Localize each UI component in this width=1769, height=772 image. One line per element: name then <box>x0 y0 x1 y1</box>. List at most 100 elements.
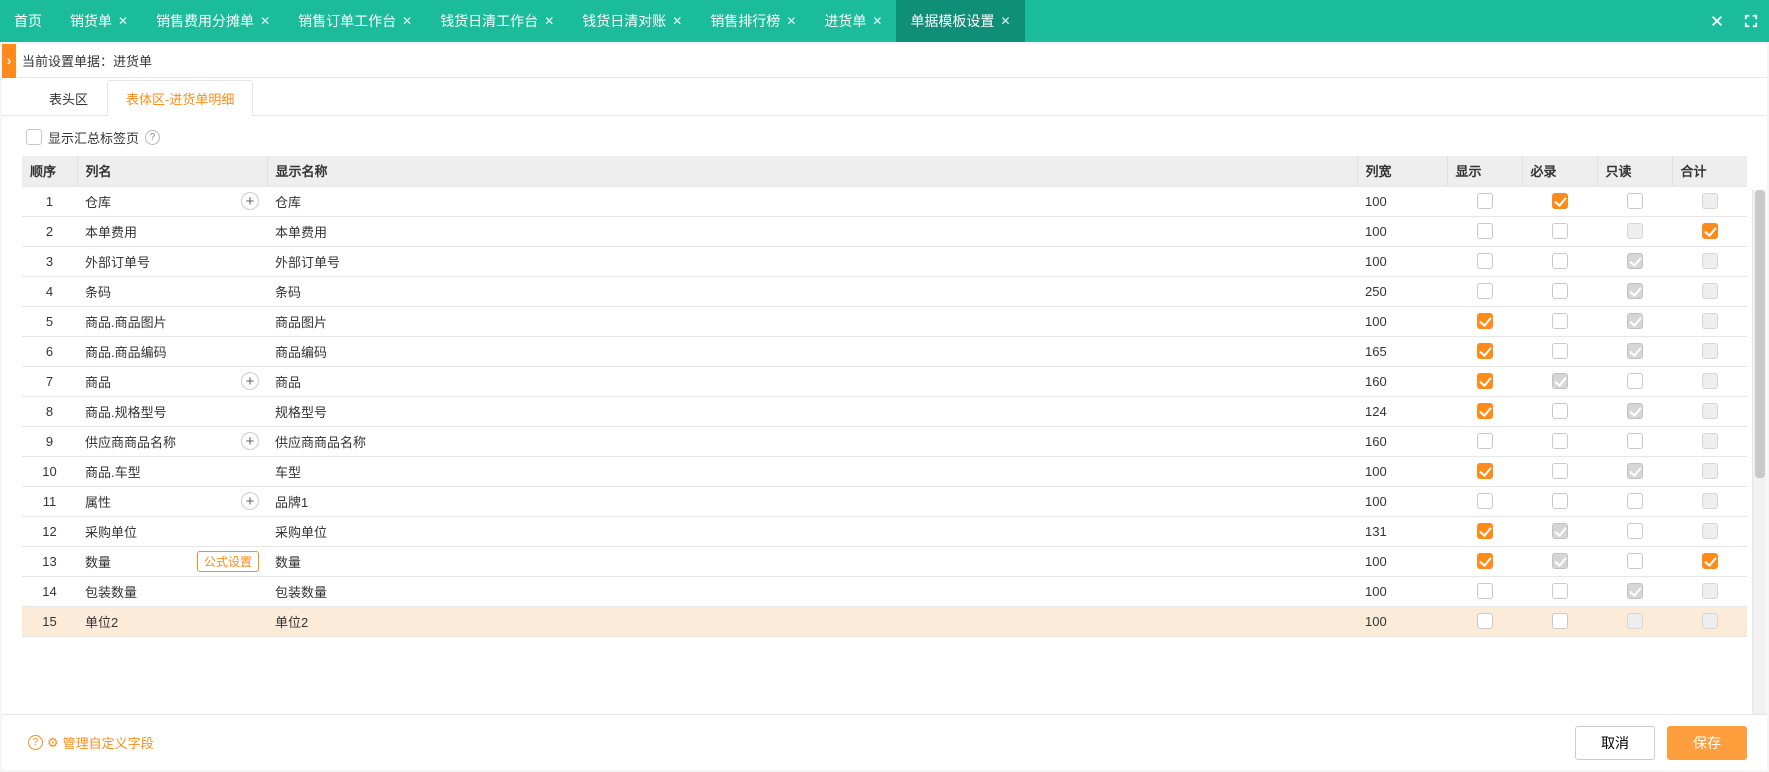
add-icon[interactable]: + <box>241 372 259 390</box>
cell-width[interactable]: 160 <box>1357 366 1447 396</box>
cell-width[interactable]: 100 <box>1357 186 1447 216</box>
fullscreen-icon[interactable] <box>1743 13 1759 29</box>
cell-display-name[interactable]: 车型 <box>267 456 1357 486</box>
show-checkbox[interactable] <box>1477 523 1493 539</box>
show-checkbox[interactable] <box>1477 463 1493 479</box>
cell-display-name[interactable]: 商品 <box>267 366 1357 396</box>
show-summary-checkbox[interactable] <box>26 129 42 145</box>
add-icon[interactable]: + <box>241 432 259 450</box>
required-checkbox[interactable] <box>1552 493 1568 509</box>
cell-width[interactable]: 100 <box>1357 216 1447 246</box>
readonly-checkbox[interactable] <box>1627 193 1643 209</box>
cell-display-name[interactable]: 包装数量 <box>267 576 1357 606</box>
show-summary-checkbox-label[interactable]: 显示汇总标签页 <box>22 126 139 148</box>
readonly-checkbox[interactable] <box>1627 553 1643 569</box>
cell-display-name[interactable]: 条码 <box>267 276 1357 306</box>
table-row[interactable]: 14包装数量包装数量100 <box>22 576 1747 606</box>
tab-close-icon[interactable]: ✕ <box>786 14 796 28</box>
top-tab-4[interactable]: 钱货日清工作台✕ <box>426 0 568 42</box>
top-tab-7[interactable]: 进货单✕ <box>810 0 896 42</box>
cell-display-name[interactable]: 规格型号 <box>267 396 1357 426</box>
cancel-button[interactable]: 取消 <box>1575 726 1655 760</box>
cell-width[interactable]: 250 <box>1357 276 1447 306</box>
vertical-scrollbar[interactable] <box>1752 190 1766 714</box>
show-checkbox[interactable] <box>1477 403 1493 419</box>
sub-tab-0[interactable]: 表头区 <box>30 80 107 116</box>
cell-width[interactable]: 160 <box>1357 426 1447 456</box>
top-tab-0[interactable]: 首页 <box>0 0 56 42</box>
readonly-checkbox[interactable] <box>1627 433 1643 449</box>
show-checkbox[interactable] <box>1477 583 1493 599</box>
tab-close-icon[interactable]: ✕ <box>872 14 882 28</box>
cell-width[interactable]: 165 <box>1357 336 1447 366</box>
table-row[interactable]: 6商品.商品编码商品编码165 <box>22 336 1747 366</box>
table-row[interactable]: 13数量公式设置数量100 <box>22 546 1747 576</box>
required-checkbox[interactable] <box>1552 583 1568 599</box>
required-checkbox[interactable] <box>1552 283 1568 299</box>
tab-close-icon[interactable]: ✕ <box>544 14 554 28</box>
cell-display-name[interactable]: 供应商商品名称 <box>267 426 1357 456</box>
cell-width[interactable]: 124 <box>1357 396 1447 426</box>
save-button[interactable]: 保存 <box>1667 726 1747 760</box>
cell-width[interactable]: 100 <box>1357 576 1447 606</box>
table-row[interactable]: 9供应商商品名称+供应商商品名称160 <box>22 426 1747 456</box>
show-checkbox[interactable] <box>1477 283 1493 299</box>
show-checkbox[interactable] <box>1477 613 1493 629</box>
cell-display-name[interactable]: 品牌1 <box>267 486 1357 516</box>
readonly-checkbox[interactable] <box>1627 373 1643 389</box>
cell-display-name[interactable]: 单位2 <box>267 606 1357 636</box>
close-all-icon[interactable] <box>1709 13 1725 29</box>
show-checkbox[interactable] <box>1477 493 1493 509</box>
top-tab-8[interactable]: 单据模板设置✕ <box>896 0 1024 42</box>
scrollbar-thumb[interactable] <box>1755 190 1765 478</box>
expand-handle-icon[interactable]: › <box>2 44 16 78</box>
top-tab-2[interactable]: 销售费用分摊单✕ <box>142 0 284 42</box>
manage-custom-fields-link[interactable]: 管理自定义字段 <box>63 733 154 752</box>
required-checkbox[interactable] <box>1552 343 1568 359</box>
readonly-checkbox[interactable] <box>1627 493 1643 509</box>
cell-display-name[interactable]: 仓库 <box>267 186 1357 216</box>
tab-close-icon[interactable]: ✕ <box>402 14 412 28</box>
required-checkbox[interactable] <box>1552 403 1568 419</box>
required-checkbox[interactable] <box>1552 313 1568 329</box>
table-row[interactable]: 3外部订单号外部订单号100 <box>22 246 1747 276</box>
show-checkbox[interactable] <box>1477 253 1493 269</box>
top-tab-5[interactable]: 钱货日清对账✕ <box>568 0 696 42</box>
table-row[interactable]: 1仓库+仓库100 <box>22 186 1747 216</box>
cell-width[interactable]: 100 <box>1357 306 1447 336</box>
tab-close-icon[interactable]: ✕ <box>672 14 682 28</box>
tab-close-icon[interactable]: ✕ <box>118 14 128 28</box>
table-row[interactable]: 7商品+商品160 <box>22 366 1747 396</box>
required-checkbox[interactable] <box>1552 193 1568 209</box>
tab-close-icon[interactable]: ✕ <box>260 14 270 28</box>
required-checkbox[interactable] <box>1552 253 1568 269</box>
add-icon[interactable]: + <box>241 192 259 210</box>
cell-width[interactable]: 100 <box>1357 246 1447 276</box>
cell-width[interactable]: 100 <box>1357 546 1447 576</box>
table-row[interactable]: 12采购单位采购单位131 <box>22 516 1747 546</box>
sub-tab-1[interactable]: 表体区-进货单明细 <box>107 80 253 116</box>
show-checkbox[interactable] <box>1477 373 1493 389</box>
table-row[interactable]: 8商品.规格型号规格型号124 <box>22 396 1747 426</box>
readonly-checkbox[interactable] <box>1627 523 1643 539</box>
show-checkbox[interactable] <box>1477 313 1493 329</box>
table-row[interactable]: 15单位2单位2100 <box>22 606 1747 636</box>
required-checkbox[interactable] <box>1552 433 1568 449</box>
table-row[interactable]: 11属性+品牌1100 <box>22 486 1747 516</box>
show-checkbox[interactable] <box>1477 193 1493 209</box>
cell-width[interactable]: 100 <box>1357 606 1447 636</box>
cell-display-name[interactable]: 本单费用 <box>267 216 1357 246</box>
top-tab-3[interactable]: 销售订单工作台✕ <box>284 0 426 42</box>
show-checkbox[interactable] <box>1477 223 1493 239</box>
gear-icon[interactable]: ⚙ <box>47 735 59 751</box>
table-row[interactable]: 4条码条码250 <box>22 276 1747 306</box>
cell-width[interactable]: 100 <box>1357 486 1447 516</box>
top-tab-6[interactable]: 销售排行榜✕ <box>696 0 810 42</box>
formula-settings-tag[interactable]: 公式设置 <box>197 551 259 572</box>
table-row[interactable]: 5商品.商品图片商品图片100 <box>22 306 1747 336</box>
cell-display-name[interactable]: 数量 <box>267 546 1357 576</box>
show-checkbox[interactable] <box>1477 433 1493 449</box>
tab-close-icon[interactable]: ✕ <box>1000 14 1010 28</box>
required-checkbox[interactable] <box>1552 613 1568 629</box>
table-row[interactable]: 10商品.车型车型100 <box>22 456 1747 486</box>
